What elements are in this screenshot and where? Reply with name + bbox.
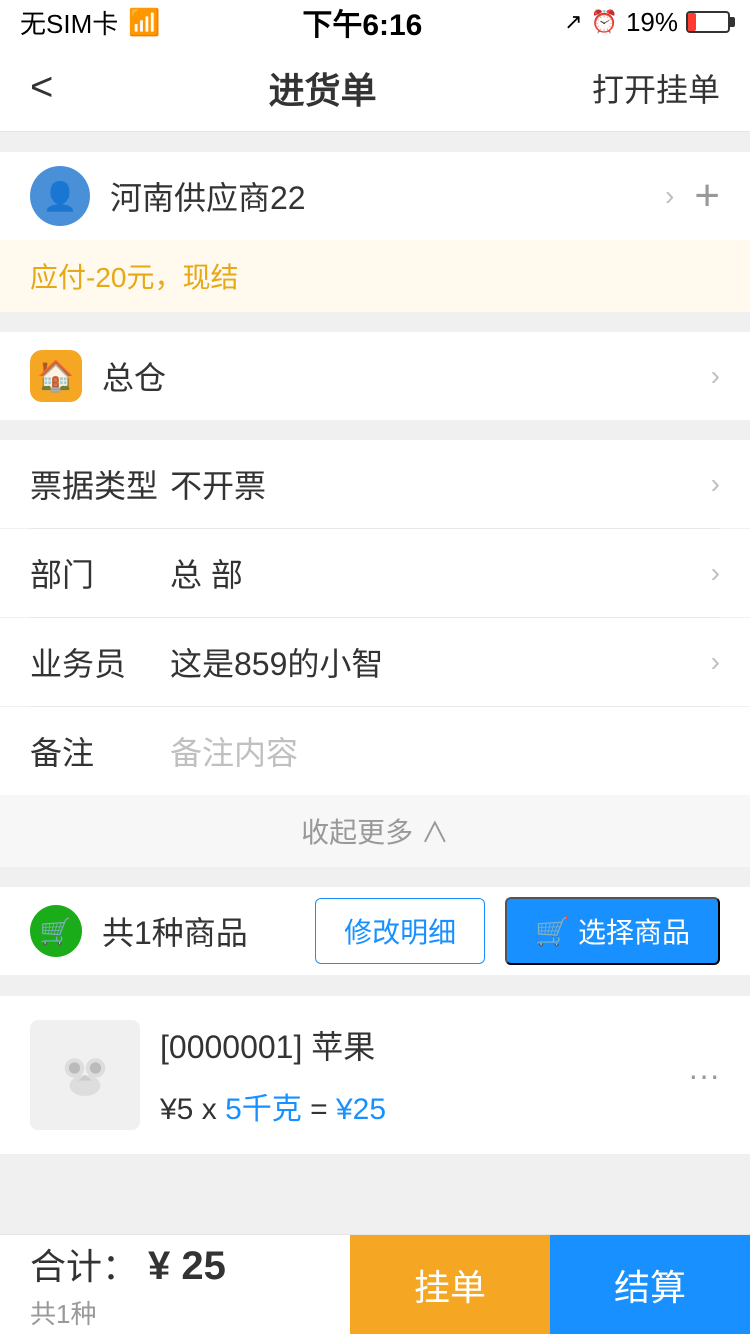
checkout-button[interactable]: 结算 [550,1235,750,1334]
total-section: 合计： ¥ 25 共1种 [0,1238,350,1331]
product-code: [0000001] [160,1029,302,1065]
remark-input[interactable]: 备注内容 [170,728,720,774]
product-count: 共1种商品 [102,908,315,954]
nav-bar: < 进货单 打开挂单 [0,44,750,132]
add-supplier-button[interactable]: + [694,171,720,221]
ticket-type-chevron-icon: › [711,468,720,500]
department-chevron-icon: › [711,557,720,589]
collapse-toggle[interactable]: 收起更多 ∧ [0,795,750,867]
product-info: [0000001] 苹果 ¥5 x 5千克 = ¥25 [160,1022,688,1128]
alarm-icon: ⏰ [591,9,618,35]
remark-row[interactable]: 备注 备注内容 [0,707,750,795]
status-right: ↗ ⏰ 19% [564,7,730,38]
product-thumbnail [30,1020,140,1130]
section-gap-5 [0,975,750,995]
supplier-avatar: 👤 [30,166,90,226]
status-bar: 无SIM卡 📶 下午6:16 ↗ ⏰ 19% [0,0,750,44]
section-gap-3 [0,420,750,440]
collapse-label: 收起更多 ∧ [301,811,449,851]
product-icon: 🛒 [30,905,82,957]
salesperson-chevron-icon: › [711,646,720,678]
product-image-placeholder [45,1035,125,1115]
main-content: 👤 河南供应商22 › + 应付-20元，现结 🏠 总仓 › 票据类型 不开票 … [0,132,750,1254]
ticket-type-row[interactable]: 票据类型 不开票 › [0,440,750,528]
section-gap-2 [0,312,750,332]
location-icon: ↗ [564,9,582,35]
notice-bar: 应付-20元，现结 [0,240,750,312]
status-left: 无SIM卡 📶 [20,4,161,41]
department-label: 部门 [30,550,170,596]
product-unit-price: ¥5 [160,1093,193,1126]
product-more-button[interactable]: ··· [688,1057,720,1094]
open-pending-button[interactable]: 打开挂单 [592,65,720,111]
salesperson-row[interactable]: 业务员 这是859的小智 › [0,618,750,706]
warehouse-icon: 🏠 [30,350,82,402]
status-time: 下午6:16 [302,0,422,44]
battery-text: 19% [626,7,678,38]
remark-label: 备注 [30,728,170,774]
select-product-label: 选择商品 [578,911,690,951]
total-price: ¥ 25 [148,1244,226,1288]
suspend-button[interactable]: 挂单 [350,1235,550,1334]
suspend-label: 挂单 [414,1259,486,1311]
section-gap-1 [0,132,750,152]
warehouse-row[interactable]: 🏠 总仓 › [0,332,750,420]
supplier-name: 河南供应商22 [110,173,665,219]
select-product-button[interactable]: 🛒 选择商品 [505,897,720,965]
carrier-text: 无SIM卡 [20,4,118,41]
warehouse-name: 总仓 [102,353,711,399]
total-count: 共1种 [30,1294,320,1331]
product-item: [0000001] 苹果 ¥5 x 5千克 = ¥25 ··· [0,996,750,1154]
bottom-bar: 合计： ¥ 25 共1种 挂单 结算 [0,1234,750,1334]
section-gap-4 [0,867,750,887]
supplier-chevron-icon: › [665,180,674,212]
salesperson-value: 这是859的小智 [170,639,711,685]
product-multiply: x [202,1093,225,1126]
avatar-icon: 👤 [43,180,78,213]
edit-detail-button[interactable]: 修改明细 [315,898,485,964]
product-title: 苹果 [311,1029,375,1065]
total-label: 合计： [30,1246,138,1287]
back-button[interactable]: < [30,65,53,110]
supplier-row[interactable]: 👤 河南供应商22 › + [0,152,750,240]
product-price: ¥5 x 5千克 = ¥25 [160,1084,688,1128]
ticket-type-value: 不开票 [170,461,711,507]
warehouse-chevron-icon: › [711,360,720,392]
checkout-label: 结算 [614,1259,686,1311]
department-value: 总 部 [170,550,711,596]
product-quantity: 5千克 [225,1093,302,1126]
battery-icon [686,11,730,33]
product-header: 🛒 共1种商品 修改明细 🛒 选择商品 [0,887,750,975]
salesperson-label: 业务员 [30,639,170,685]
total-amount: 合计： ¥ 25 [30,1238,320,1290]
ticket-type-label: 票据类型 [30,461,170,507]
product-total: ¥25 [336,1093,386,1126]
department-row[interactable]: 部门 总 部 › [0,529,750,617]
product-equals: = [310,1093,336,1126]
select-product-cart-icon: 🛒 [535,915,570,948]
product-name: [0000001] 苹果 [160,1022,688,1068]
wifi-icon: 📶 [128,7,160,38]
page-title: 进货单 [269,62,377,114]
